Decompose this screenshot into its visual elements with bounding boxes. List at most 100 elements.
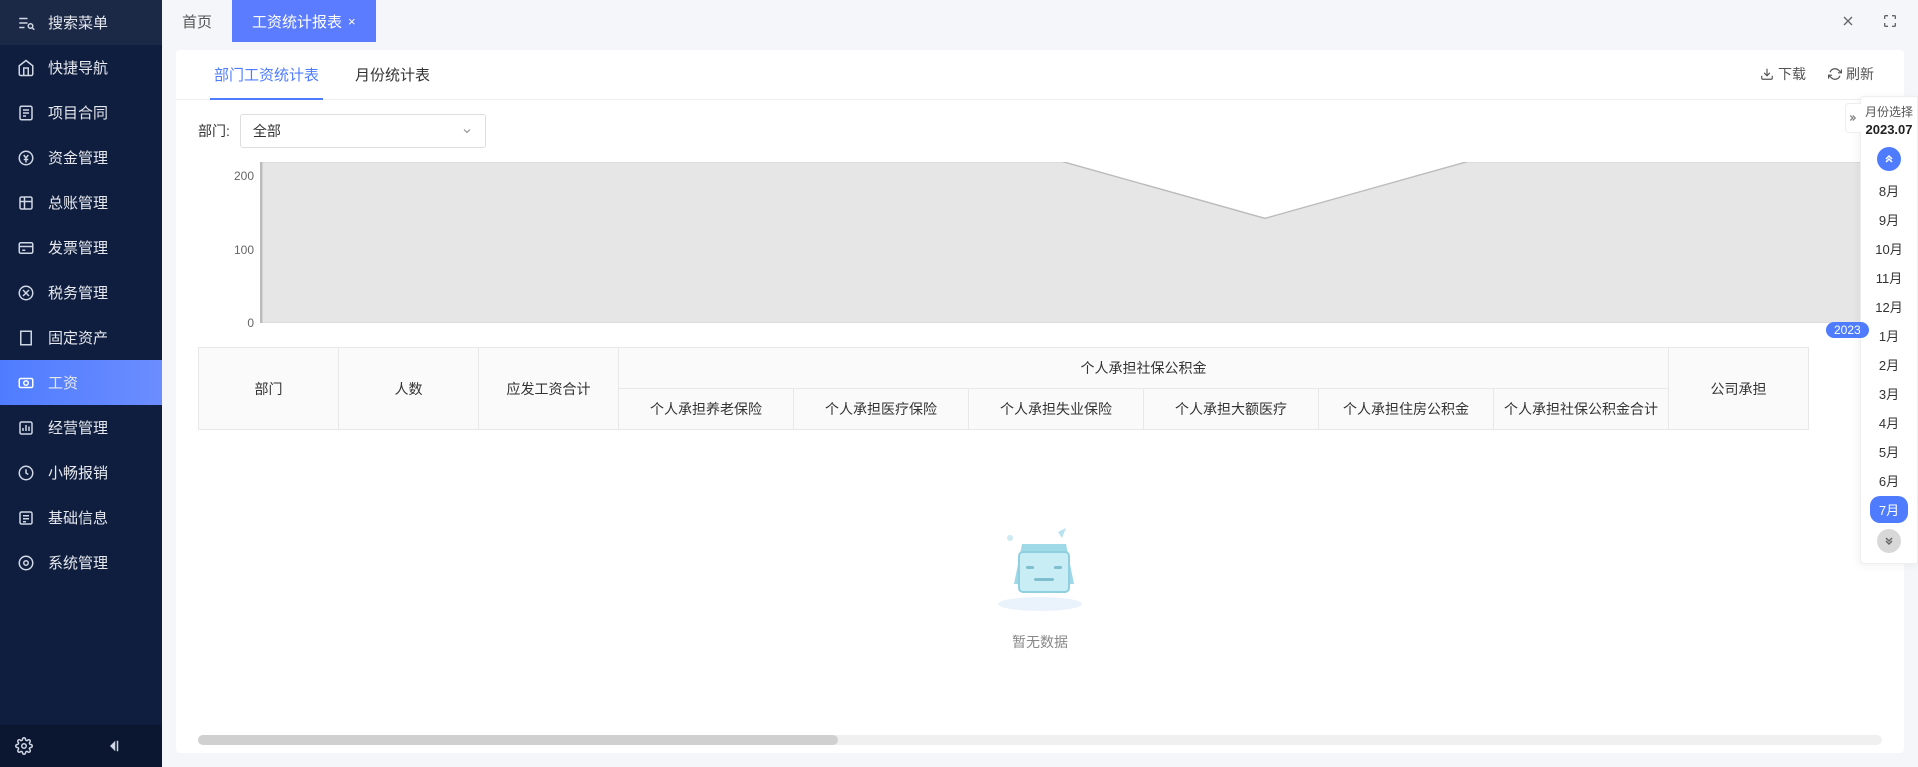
table-header-cell: 部门 xyxy=(199,348,339,430)
sidebar: 搜索菜单快捷导航项目合同资金管理总账管理发票管理税务管理固定资产工资经营管理小畅… xyxy=(0,0,162,767)
sidebar-item-label: 税务管理 xyxy=(48,282,108,303)
sidebar-item-label: 项目合同 xyxy=(48,102,108,123)
table-header-cell: 个人承担失业保险 xyxy=(969,389,1144,430)
empty-text: 暂无数据 xyxy=(1012,632,1068,652)
month-picker: 月份选择 2023.07 8月9月10月11月12月20231月2月3月4月5月… xyxy=(1860,96,1918,564)
sidebar-item-label: 资金管理 xyxy=(48,147,108,168)
sidebar-item-label: 搜索菜单 xyxy=(48,12,108,33)
download-button[interactable]: 下载 xyxy=(1760,64,1806,84)
sidebar-item-label: 快捷导航 xyxy=(48,57,108,78)
month-picker-year-badge: 2023 xyxy=(1826,322,1869,338)
table-header-cell: 应发工资合计 xyxy=(479,348,619,430)
sidebar-item-3[interactable]: 资金管理 xyxy=(0,135,162,180)
home-icon xyxy=(16,58,36,78)
table-header-cell: 个人承担住房公积金 xyxy=(1319,389,1494,430)
month-picker-collapse-button[interactable] xyxy=(1845,103,1861,133)
settings-icon[interactable] xyxy=(14,736,34,756)
sub-tab-department-salary[interactable]: 部门工资统计表 xyxy=(196,50,337,99)
manage-icon xyxy=(16,418,36,438)
fullscreen-button[interactable] xyxy=(1876,7,1904,35)
month-option[interactable]: 10月 xyxy=(1870,235,1908,262)
tax-icon xyxy=(16,283,36,303)
month-picker-label: 月份选择 xyxy=(1865,103,1913,120)
filter-label: 部门: xyxy=(198,121,230,141)
panel-actions: 下载 刷新 xyxy=(1760,64,1874,84)
sidebar-item-label: 经营管理 xyxy=(48,417,108,438)
coin-icon xyxy=(16,148,36,168)
sidebar-item-label: 基础信息 xyxy=(48,507,108,528)
chart-ytick-label: 200 xyxy=(234,169,254,183)
month-option[interactable]: 1月 xyxy=(1870,322,1908,349)
contract-icon xyxy=(16,103,36,123)
month-option[interactable]: 11月 xyxy=(1870,264,1908,291)
tab-0[interactable]: 首页 xyxy=(162,0,232,42)
month-option[interactable]: 6月 xyxy=(1870,467,1908,494)
month-option[interactable]: 5月 xyxy=(1870,438,1908,465)
horizontal-scrollbar[interactable] xyxy=(198,735,1882,745)
system-icon xyxy=(16,553,36,573)
horizontal-scrollbar-thumb[interactable] xyxy=(198,735,838,745)
refresh-button[interactable]: 刷新 xyxy=(1828,64,1874,84)
main: 首页 工资统计报表 × 部门工资统计表 月份统计表 下载 刷新 xyxy=(162,0,1918,767)
month-picker-selected: 2023.07 xyxy=(1866,122,1913,137)
invoice-icon xyxy=(16,238,36,258)
month-option[interactable]: 12月 xyxy=(1870,293,1908,320)
refresh-label: 刷新 xyxy=(1846,64,1874,84)
month-option[interactable]: 2月 xyxy=(1870,351,1908,378)
tab-label: 首页 xyxy=(182,11,212,32)
tab-close-icon[interactable]: × xyxy=(348,14,356,29)
empty-illustration-icon xyxy=(980,514,1100,614)
sidebar-item-0[interactable]: 搜索菜单 xyxy=(0,0,162,45)
salary-table: 部门人数应发工资合计个人承担社保公积金公司承担个人承担养老保险个人承担医疗保险个… xyxy=(176,347,1904,430)
sidebar-item-8[interactable]: 工资 xyxy=(0,360,162,405)
content-panel: 部门工资统计表 月份统计表 下载 刷新 部门: 全部 01002 xyxy=(176,50,1904,753)
page-tabs: 首页 工资统计报表 × xyxy=(162,0,1918,42)
ledger-icon xyxy=(16,193,36,213)
tab-1[interactable]: 工资统计报表 × xyxy=(232,0,376,42)
month-option[interactable]: 8月 xyxy=(1870,177,1908,204)
table-header-cell: 个人承担医疗保险 xyxy=(794,389,969,430)
chevron-down-icon xyxy=(461,125,473,137)
sidebar-item-label: 工资 xyxy=(48,372,78,393)
month-picker-up-button[interactable] xyxy=(1877,147,1901,171)
month-option[interactable]: 7月 xyxy=(1870,496,1908,523)
sidebar-item-12[interactable]: 系统管理 xyxy=(0,540,162,585)
sidebar-item-10[interactable]: 小畅报销 xyxy=(0,450,162,495)
sidebar-item-7[interactable]: 固定资产 xyxy=(0,315,162,360)
sidebar-footer xyxy=(0,725,162,767)
search-list-icon xyxy=(16,13,36,33)
sidebar-item-4[interactable]: 总账管理 xyxy=(0,180,162,225)
sub-tab-monthly[interactable]: 月份统计表 xyxy=(337,50,448,99)
month-picker-down-button[interactable] xyxy=(1877,529,1901,553)
month-option[interactable]: 9月 xyxy=(1870,206,1908,233)
sidebar-item-9[interactable]: 经营管理 xyxy=(0,405,162,450)
info-icon xyxy=(16,508,36,528)
table-header-cell: 公司承担 xyxy=(1669,348,1809,430)
department-select[interactable]: 全部 xyxy=(240,114,486,148)
sidebar-item-2[interactable]: 项目合同 xyxy=(0,90,162,135)
close-all-tabs-button[interactable] xyxy=(1834,7,1862,35)
department-select-value: 全部 xyxy=(253,121,281,141)
building-icon xyxy=(16,328,36,348)
filter-row: 部门: 全部 xyxy=(176,100,1904,162)
sidebar-item-label: 发票管理 xyxy=(48,237,108,258)
table-header-cell: 个人承担大额医疗 xyxy=(1144,389,1319,430)
month-option[interactable]: 4月 xyxy=(1870,409,1908,436)
sidebar-item-1[interactable]: 快捷导航 xyxy=(0,45,162,90)
sidebar-item-5[interactable]: 发票管理 xyxy=(0,225,162,270)
sidebar-item-label: 固定资产 xyxy=(48,327,108,348)
empty-state: 暂无数据 xyxy=(176,430,1904,735)
salary-icon xyxy=(16,373,36,393)
sidebar-item-11[interactable]: 基础信息 xyxy=(0,495,162,540)
tab-label: 工资统计报表 xyxy=(252,11,342,32)
sidebar-item-label: 系统管理 xyxy=(48,552,108,573)
collapse-sidebar-icon[interactable] xyxy=(106,736,126,756)
table-header-cell: 个人承担社保公积金合计 xyxy=(1494,389,1669,430)
sidebar-item-6[interactable]: 税务管理 xyxy=(0,270,162,315)
chart-area xyxy=(260,162,1868,323)
chart-ytick-label: 100 xyxy=(234,243,254,257)
chart: 0 100 200 xyxy=(176,162,1904,347)
chart-ytick-label: 0 xyxy=(247,316,254,330)
month-option[interactable]: 3月 xyxy=(1870,380,1908,407)
sidebar-item-label: 小畅报销 xyxy=(48,462,108,483)
